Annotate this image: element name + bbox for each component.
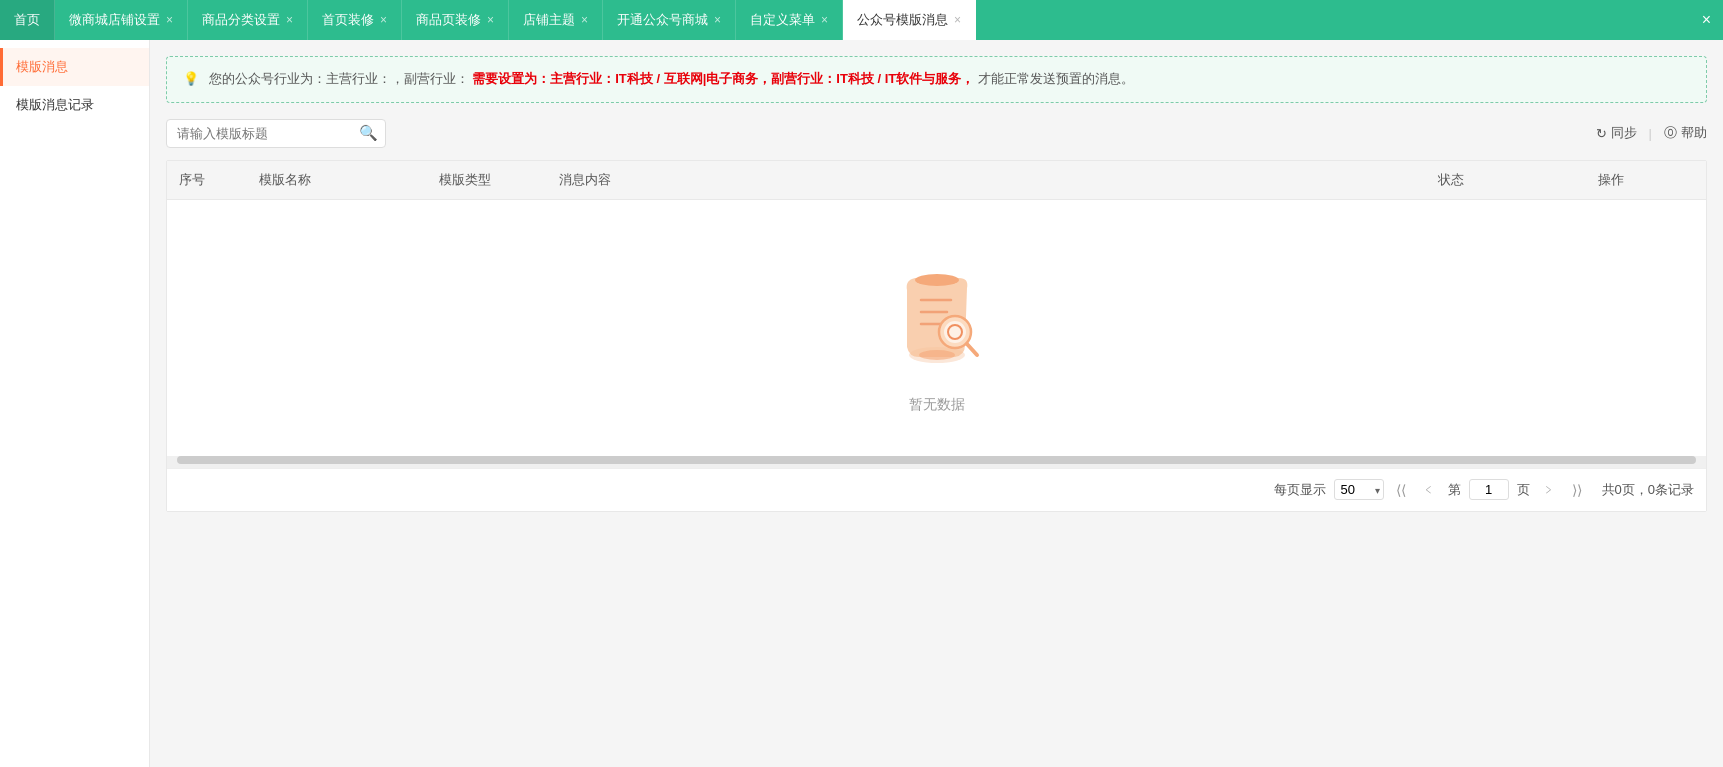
last-page-button[interactable]: ⟩⟩ <box>1568 480 1586 500</box>
search-bar: 🔍 ↻ 同步 | ⓪ 帮助 <box>166 119 1707 148</box>
nav-tab-category-label: 商品分类设置 <box>202 11 280 29</box>
prev-page-button[interactable]: ﹤ <box>1418 479 1440 501</box>
col-header-status: 状态 <box>1426 161 1586 199</box>
nav-tab-home-deco-close[interactable]: × <box>380 13 387 27</box>
svg-point-2 <box>919 350 955 360</box>
notice-box: 💡 您的公众号行业为：主营行业：，副营行业： 需要设置为：主营行业：IT科技 /… <box>166 56 1707 103</box>
scrollbar-thumb[interactable] <box>177 456 1696 464</box>
nav-tab-template-msg-label: 公众号模版消息 <box>857 11 948 29</box>
search-icon: 🔍 <box>359 124 378 141</box>
nav-tab-home-label: 首页 <box>14 11 40 29</box>
nav-tab-template-msg[interactable]: 公众号模版消息 × <box>843 0 976 40</box>
svg-line-8 <box>967 344 977 355</box>
nav-tab-custom-menu-close[interactable]: × <box>821 13 828 27</box>
sync-label: 同步 <box>1611 124 1637 142</box>
sidebar-item-template-msg-record[interactable]: 模版消息记录 <box>0 86 149 124</box>
horizontal-scrollbar[interactable] <box>167 456 1706 468</box>
page-size-label: 每页显示 <box>1274 481 1326 499</box>
pagination: 每页显示 50 10 20 100 ▾ ⟨⟨ ﹤ 第 页 ﹥ ⟩⟩ 共0页 <box>167 468 1706 511</box>
nav-tab-shop-settings-close[interactable]: × <box>166 13 173 27</box>
nav-tab-category-close[interactable]: × <box>286 13 293 27</box>
sidebar-item-template-msg[interactable]: 模版消息 <box>0 48 149 86</box>
nav-tab-product-deco[interactable]: 商品页装修 × <box>402 0 509 40</box>
nav-tab-open-mall-label: 开通公众号商城 <box>617 11 708 29</box>
data-table: 序号 模版名称 模版类型 消息内容 状态 操作 <box>166 160 1707 512</box>
search-right: ↻ 同步 | ⓪ 帮助 <box>1596 124 1707 142</box>
main-layout: 模版消息 模版消息记录 💡 您的公众号行业为：主营行业：，副营行业： 需要设置为… <box>0 40 1723 767</box>
nav-tab-open-mall[interactable]: 开通公众号商城 × <box>603 0 736 40</box>
page-label-suffix: 页 <box>1517 481 1530 499</box>
sync-icon: ↻ <box>1596 126 1607 141</box>
col-header-content: 消息内容 <box>547 161 1426 199</box>
sidebar-item-template-msg-record-label: 模版消息记录 <box>16 97 94 112</box>
empty-text: 暂无数据 <box>909 396 965 414</box>
empty-state: 暂无数据 <box>167 200 1706 454</box>
notice-icon: 💡 <box>183 71 199 86</box>
nav-tab-category[interactable]: 商品分类设置 × <box>188 0 308 40</box>
nav-tab-home-deco-label: 首页装修 <box>322 11 374 29</box>
nav-tab-shop-settings[interactable]: 微商城店铺设置 × <box>55 0 188 40</box>
help-icon: ⓪ <box>1664 124 1677 142</box>
svg-point-1 <box>915 274 959 286</box>
current-page-input[interactable] <box>1469 479 1509 500</box>
search-left: 🔍 <box>166 119 386 148</box>
help-label: 帮助 <box>1681 124 1707 142</box>
sync-button[interactable]: ↻ 同步 <box>1596 124 1637 142</box>
search-right-divider: | <box>1649 126 1652 141</box>
nav-tab-store-theme-label: 店铺主题 <box>523 11 575 29</box>
nav-tab-product-deco-label: 商品页装修 <box>416 11 481 29</box>
next-page-button[interactable]: ﹥ <box>1538 479 1560 501</box>
search-input-wrapper: 🔍 <box>166 119 386 148</box>
sidebar: 模版消息 模版消息记录 <box>0 40 150 767</box>
notice-highlight: 需要设置为：主营行业：IT科技 / 互联网|电子商务，副营行业：IT科技 / I… <box>472 71 974 86</box>
page-label-prefix: 第 <box>1448 481 1461 499</box>
nav-tab-store-theme[interactable]: 店铺主题 × <box>509 0 603 40</box>
help-button[interactable]: ⓪ 帮助 <box>1664 124 1707 142</box>
page-size-select[interactable]: 50 10 20 100 <box>1334 479 1384 500</box>
nav-tab-shop-settings-label: 微商城店铺设置 <box>69 11 160 29</box>
sidebar-item-template-msg-label: 模版消息 <box>16 59 68 74</box>
col-header-serial: 序号 <box>167 161 247 199</box>
nav-tab-template-msg-close[interactable]: × <box>954 13 961 27</box>
main-content: 💡 您的公众号行业为：主营行业：，副营行业： 需要设置为：主营行业：IT科技 /… <box>150 40 1723 767</box>
nav-tab-store-theme-close[interactable]: × <box>581 13 588 27</box>
page-size-select-wrapper: 50 10 20 100 ▾ <box>1334 479 1384 500</box>
top-nav: 首页 微商城店铺设置 × 商品分类设置 × 首页装修 × 商品页装修 × 店铺主… <box>0 0 1723 40</box>
nav-tab-home[interactable]: 首页 <box>0 0 55 40</box>
notice-text-suffix: 才能正常发送预置的消息。 <box>978 71 1134 86</box>
nav-tab-open-mall-close[interactable]: × <box>714 13 721 27</box>
nav-tab-product-deco-close[interactable]: × <box>487 13 494 27</box>
total-info: 共0页，0条记录 <box>1602 481 1694 499</box>
nav-tab-home-deco[interactable]: 首页装修 × <box>308 0 402 40</box>
nav-tab-custom-menu[interactable]: 自定义菜单 × <box>736 0 843 40</box>
notice-text-prefix: 您的公众号行业为：主营行业：，副营行业： <box>209 71 469 86</box>
table-header: 序号 模版名称 模版类型 消息内容 状态 操作 <box>167 161 1706 200</box>
search-button[interactable]: 🔍 <box>359 124 378 142</box>
col-header-name: 模版名称 <box>247 161 427 199</box>
search-input[interactable] <box>166 119 386 148</box>
col-header-type: 模版类型 <box>427 161 547 199</box>
global-close-button[interactable]: × <box>1702 11 1711 29</box>
empty-icon <box>877 260 997 380</box>
col-header-action: 操作 <box>1586 161 1706 199</box>
first-page-button[interactable]: ⟨⟨ <box>1392 480 1410 500</box>
nav-tab-custom-menu-label: 自定义菜单 <box>750 11 815 29</box>
